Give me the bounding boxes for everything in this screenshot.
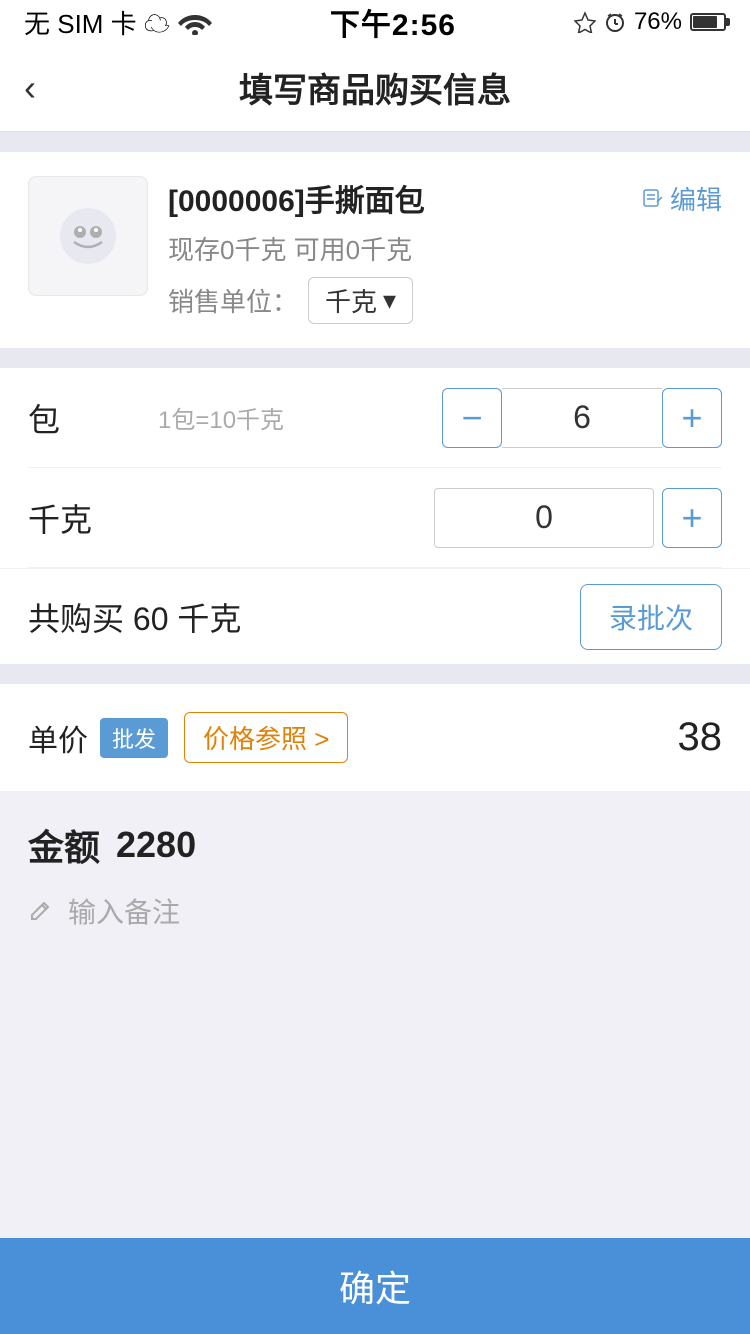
alarm-icon bbox=[604, 11, 626, 33]
product-info: [0000006]手撕面包 现存0千克 可用0千克 销售单位： 千克 ▾ bbox=[168, 176, 722, 324]
separator-2 bbox=[0, 348, 750, 368]
bao-hint: 1包=10千克 bbox=[158, 400, 284, 435]
empty-area bbox=[0, 931, 750, 1231]
unit-select[interactable]: 千克 ▾ bbox=[308, 277, 413, 324]
bao-input-row: 包 1包=10千克 − + bbox=[28, 368, 722, 468]
battery-text: 76% bbox=[634, 8, 682, 36]
bao-increment-button[interactable]: + bbox=[662, 388, 722, 448]
unit-label: 销售单位： bbox=[168, 282, 298, 319]
status-bar: 无 SIM 卡 ☁ 下午2:56 76% bbox=[0, 0, 750, 44]
bao-label: 包 bbox=[28, 395, 148, 441]
summary-section: 共购买 60 千克 录批次 bbox=[0, 568, 750, 664]
note-row[interactable]: 输入备注 bbox=[28, 891, 722, 931]
price-reference-button[interactable]: 价格参照 > bbox=[184, 712, 348, 763]
bao-controls: − + bbox=[442, 388, 722, 448]
price-label: 单价 bbox=[28, 716, 88, 760]
amount-row: 金额 2280 bbox=[28, 819, 722, 871]
bao-input[interactable] bbox=[502, 388, 662, 448]
product-thumbnail bbox=[28, 176, 148, 296]
bao-decrement-button[interactable]: − bbox=[442, 388, 502, 448]
amount-value: 2280 bbox=[116, 824, 196, 866]
unit-value: 千克 bbox=[325, 282, 377, 319]
unit-chevron-icon: ▾ bbox=[383, 285, 396, 316]
edit-icon bbox=[642, 188, 664, 210]
product-stock: 现存0千克 可用0千克 bbox=[168, 230, 722, 267]
pencil-icon bbox=[28, 897, 56, 925]
product-logo-icon bbox=[58, 206, 118, 266]
status-left: 无 SIM 卡 ☁ bbox=[24, 4, 212, 41]
confirm-label: 确定 bbox=[339, 1260, 411, 1312]
price-badge: 批发 bbox=[100, 718, 168, 758]
product-card: [0000006]手撕面包 现存0千克 可用0千克 销售单位： 千克 ▾ 编辑 bbox=[0, 152, 750, 348]
price-value: 38 bbox=[678, 715, 723, 760]
separator-3 bbox=[0, 664, 750, 684]
price-section: 单价 批发 价格参照 > 38 bbox=[0, 684, 750, 791]
edit-label: 编辑 bbox=[670, 180, 722, 217]
wifi-icon bbox=[178, 9, 212, 35]
edit-button[interactable]: 编辑 bbox=[642, 180, 722, 217]
nav-bar: ‹ 填写商品购买信息 bbox=[0, 44, 750, 132]
product-unit-row: 销售单位： 千克 ▾ bbox=[168, 277, 722, 324]
confirm-button[interactable]: 确定 bbox=[0, 1238, 750, 1334]
back-button[interactable]: ‹ bbox=[24, 67, 36, 109]
price-ref-label: 价格参照 > bbox=[203, 719, 329, 756]
location-icon bbox=[574, 11, 596, 33]
product-name: [0000006]手撕面包 bbox=[168, 176, 722, 220]
kg-controls: + bbox=[434, 488, 722, 548]
record-batch-button[interactable]: 录批次 bbox=[580, 584, 722, 650]
sim-text: 无 SIM 卡 ☁ bbox=[24, 4, 170, 41]
kg-input-row: 千克 + bbox=[28, 468, 722, 568]
input-section: 包 1包=10千克 − + 千克 + bbox=[0, 368, 750, 568]
page-title: 填写商品购买信息 bbox=[239, 63, 511, 112]
kg-label: 千克 bbox=[28, 495, 148, 541]
separator-1 bbox=[0, 132, 750, 152]
kg-input[interactable] bbox=[434, 488, 654, 548]
status-right: 76% bbox=[574, 8, 726, 36]
status-time: 下午2:56 bbox=[330, 0, 456, 44]
battery-icon bbox=[690, 13, 726, 31]
amount-section: 金额 2280 输入备注 bbox=[0, 791, 750, 931]
amount-label: 金额 bbox=[28, 819, 100, 871]
note-label: 输入备注 bbox=[68, 891, 180, 931]
summary-text: 共购买 60 千克 bbox=[28, 594, 241, 640]
kg-increment-button[interactable]: + bbox=[662, 488, 722, 548]
